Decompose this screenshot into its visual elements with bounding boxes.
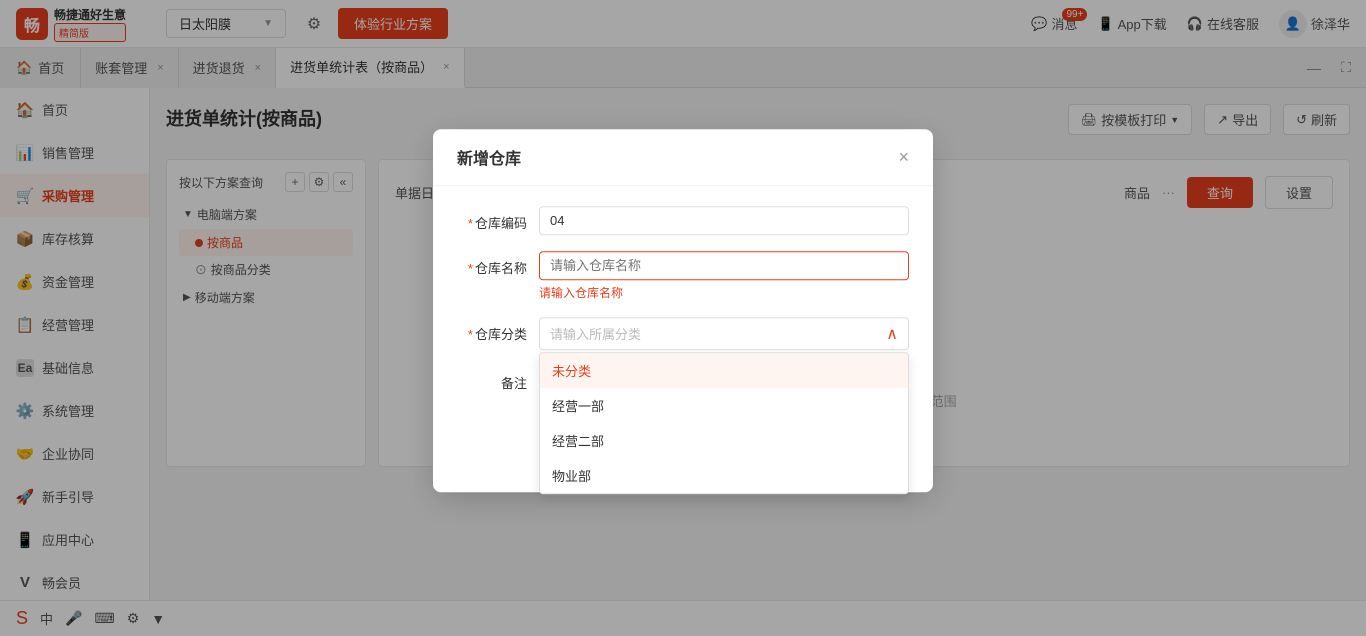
category-option-dept2[interactable]: 经营二部 <box>540 423 908 458</box>
warehouse-category-dropdown[interactable]: 请输入所属分类 ∧ <box>539 317 909 350</box>
warehouse-code-label: 仓库编码 <box>457 206 527 232</box>
modal-title: 新增仓库 <box>457 145 521 169</box>
warehouse-code-input[interactable] <box>539 206 909 235</box>
warehouse-category-row: 仓库分类 请输入所属分类 ∧ 未分类 经营一部 经营二部 物业部 <box>457 317 909 350</box>
warehouse-name-input[interactable] <box>539 251 909 280</box>
category-dropdown-list: 未分类 经营一部 经营二部 物业部 <box>539 352 909 494</box>
category-option-dept1[interactable]: 经营一部 <box>540 388 908 423</box>
modal-header: 新增仓库 × <box>433 129 933 186</box>
warehouse-name-error: 请输入仓库名称 <box>539 286 623 300</box>
warehouse-code-row: 仓库编码 <box>457 206 909 235</box>
category-option-dept3[interactable]: 物业部 <box>540 458 908 493</box>
category-option-unclassified[interactable]: 未分类 <box>540 353 908 388</box>
warehouse-category-wrap: 请输入所属分类 ∧ 未分类 经营一部 经营二部 物业部 <box>539 317 909 350</box>
warehouse-name-row: 仓库名称 请输入仓库名称 <box>457 251 909 301</box>
warehouse-name-input-row: 仓库名称 <box>457 251 909 280</box>
add-warehouse-modal: 新增仓库 × 仓库编码 仓库名称 请输入仓库名称 仓库分类 请输入所属分类 ∧ <box>433 129 933 492</box>
chevron-up-icon: ∧ <box>886 324 898 344</box>
modal-body: 仓库编码 仓库名称 请输入仓库名称 仓库分类 请输入所属分类 ∧ <box>433 186 933 431</box>
remarks-label: 备注 <box>457 366 527 392</box>
warehouse-name-label: 仓库名称 <box>457 251 527 280</box>
warehouse-name-error-wrap: 请输入仓库名称 <box>457 284 623 301</box>
modal-close-button[interactable]: × <box>898 148 909 166</box>
warehouse-category-label: 仓库分类 <box>457 317 527 343</box>
warehouse-category-placeholder: 请输入所属分类 <box>550 327 641 342</box>
